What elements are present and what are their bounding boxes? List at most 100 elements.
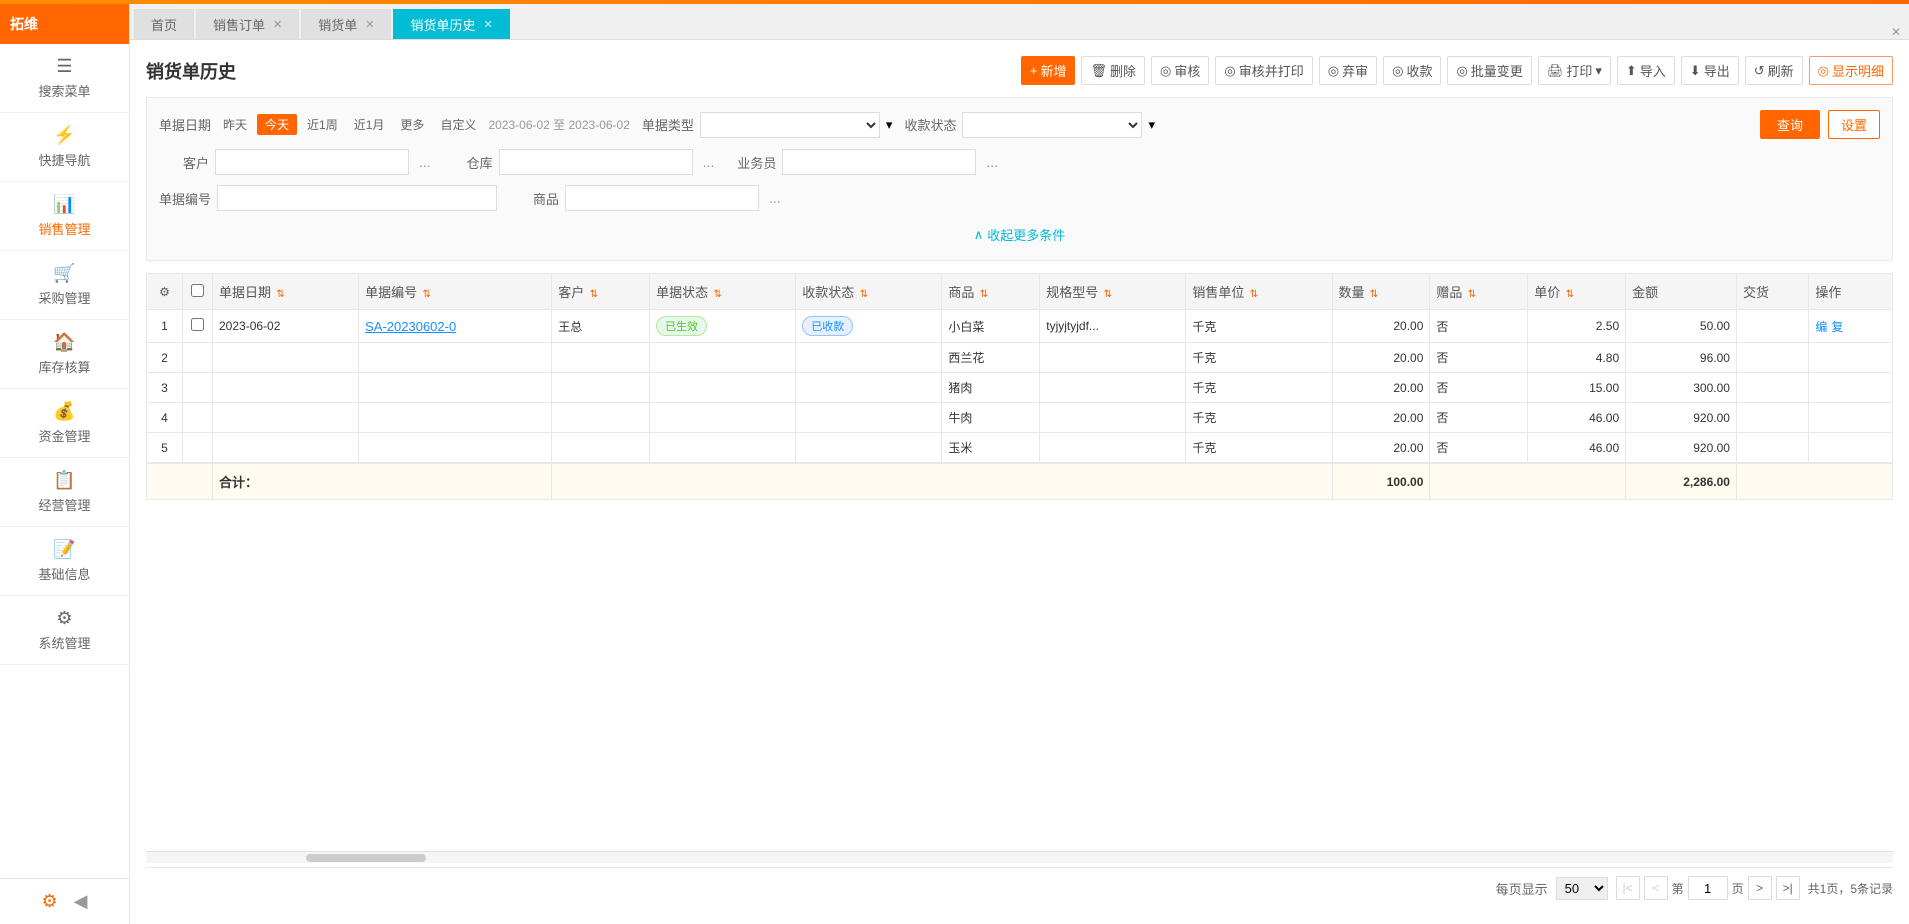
import-button[interactable]: ⬆ 导入: [1617, 56, 1675, 85]
summary-spacer2: [1430, 463, 1626, 500]
col-delivery: 交货: [1736, 274, 1808, 310]
row-checkbox-cell[interactable]: [183, 373, 213, 403]
last-page-btn[interactable]: >|: [1776, 876, 1800, 900]
summary-label-text: 合计：: [213, 463, 552, 500]
col-docno[interactable]: 单据编号 ⇅: [359, 274, 552, 310]
row-unit: 千克: [1186, 403, 1332, 433]
salesman-input[interactable]: [782, 149, 976, 175]
col-collect-status-label: 收款状态: [802, 285, 854, 300]
close-sales-order-icon[interactable]: ✕: [273, 18, 282, 31]
refresh-button[interactable]: ↺ 刷新: [1745, 56, 1803, 85]
col-customer[interactable]: 客户 ⇅: [552, 274, 650, 310]
edit-btn[interactable]: 编: [1815, 320, 1827, 334]
review-print-button[interactable]: ◎ 审核并打印: [1215, 56, 1312, 85]
sidebar-item-inventory[interactable]: 🏠 库存核算: [0, 320, 129, 389]
print-button[interactable]: 🖨 打印 ▾: [1538, 56, 1611, 85]
date-month-btn[interactable]: 近1月: [348, 114, 391, 135]
settings-icon[interactable]: ⚙: [42, 891, 58, 912]
col-spec[interactable]: 规格型号 ⇅: [1040, 274, 1186, 310]
query-button[interactable]: 查询: [1760, 110, 1820, 139]
col-checkbox[interactable]: [183, 274, 213, 310]
col-collect-status[interactable]: 收款状态 ⇅: [796, 274, 942, 310]
customer-input[interactable]: [215, 149, 409, 175]
col-settings[interactable]: ⚙: [147, 274, 183, 310]
sidebar-item-search[interactable]: ☰ 搜索菜单: [0, 44, 129, 113]
tab-sales-order[interactable]: 销售订单 ✕: [196, 9, 299, 39]
export-button[interactable]: ⬇ 导出: [1681, 56, 1739, 85]
show-detail-button[interactable]: ◎ 显示明细: [1809, 56, 1893, 85]
discard-button[interactable]: ◎ 弃审: [1319, 56, 1377, 85]
page-number-input[interactable]: [1688, 876, 1728, 900]
prev-page-btn[interactable]: <: [1644, 876, 1668, 900]
row-checkbox-cell[interactable]: [183, 403, 213, 433]
tab-sales-history[interactable]: 销货单历史 ✕: [393, 9, 509, 39]
select-all-checkbox[interactable]: [191, 284, 204, 297]
sidebar-item-system[interactable]: ⚙ 系统管理: [0, 596, 129, 665]
col-doc-status[interactable]: 单据状态 ⇅: [650, 274, 796, 310]
filter-settings-button[interactable]: 设置: [1828, 110, 1880, 139]
tab-close-all-icon[interactable]: ✕: [1891, 25, 1901, 39]
col-price[interactable]: 单价 ⇅: [1528, 274, 1626, 310]
col-gift[interactable]: 赠品 ⇅: [1430, 274, 1528, 310]
copy-btn[interactable]: 复: [1831, 320, 1843, 334]
batch-label: 批量变更: [1471, 61, 1523, 80]
collapse-sidebar-icon[interactable]: ◀: [74, 891, 88, 912]
page-size-select[interactable]: 10 20 50 100: [1556, 877, 1608, 900]
tab-sales-delivery[interactable]: 销货单 ✕: [301, 9, 391, 39]
row-checkbox-cell[interactable]: [183, 433, 213, 464]
doc-status-badge: 已生效: [656, 316, 707, 336]
row-docno[interactable]: [359, 403, 552, 433]
tab-home-label: 首页: [151, 15, 177, 34]
customer-label: 客户: [159, 153, 209, 172]
col-qty[interactable]: 数量 ⇅: [1332, 274, 1430, 310]
tab-home[interactable]: 首页: [134, 9, 194, 39]
next-page-btn[interactable]: >: [1748, 876, 1772, 900]
goods-ellipsis-btn[interactable]: ...: [769, 190, 781, 206]
doc-type-select[interactable]: [700, 112, 880, 138]
close-sales-delivery-icon[interactable]: ✕: [365, 18, 374, 31]
salesman-ellipsis-btn[interactable]: ...: [986, 154, 998, 170]
date-today-btn[interactable]: 今天: [257, 114, 297, 135]
collection-status-select[interactable]: [962, 112, 1142, 138]
table-row: 4 牛肉 千克 20.00 否 46.00 920.00: [147, 403, 1893, 433]
sidebar-item-sales[interactable]: 📊 销售管理: [0, 182, 129, 251]
docno-link[interactable]: SA-20230602-0: [365, 319, 456, 334]
col-goods[interactable]: 商品 ⇅: [942, 274, 1040, 310]
col-unit[interactable]: 销售单位 ⇅: [1186, 274, 1332, 310]
export-label: 导出: [1704, 61, 1730, 80]
sidebar-item-operations[interactable]: 📋 经营管理: [0, 458, 129, 527]
horizontal-scrollbar[interactable]: [146, 851, 1893, 863]
sidebar-item-finance[interactable]: 💰 资金管理: [0, 389, 129, 458]
sidebar-item-quicknav[interactable]: ⚡ 快捷导航: [0, 113, 129, 182]
docno-input[interactable]: [217, 185, 497, 211]
row-docno[interactable]: [359, 433, 552, 464]
sidebar-bottom-actions: ⚙ ◀: [0, 879, 129, 924]
warehouse-input[interactable]: [499, 149, 693, 175]
new-label: 新增: [1040, 61, 1066, 80]
collapse-filter-btn[interactable]: ∧ 收起更多条件: [159, 221, 1880, 248]
row-checkbox-cell[interactable]: [183, 310, 213, 343]
date-custom-btn[interactable]: 自定义: [434, 114, 482, 135]
row-checkbox-cell[interactable]: [183, 343, 213, 373]
row-docno[interactable]: SA-20230602-0: [359, 310, 552, 343]
row-docno[interactable]: [359, 343, 552, 373]
customer-ellipsis-btn[interactable]: ...: [419, 154, 431, 170]
sidebar-item-purchase[interactable]: 🛒 采购管理: [0, 251, 129, 320]
sidebar-item-base[interactable]: 📝 基础信息: [0, 527, 129, 596]
first-page-btn[interactable]: |<: [1616, 876, 1640, 900]
close-sales-history-icon[interactable]: ✕: [484, 18, 493, 31]
date-more-btn[interactable]: 更多: [394, 114, 430, 135]
batch-change-button[interactable]: ◎ 批量变更: [1447, 56, 1531, 85]
collect-button[interactable]: ◎ 收款: [1383, 56, 1441, 85]
row-checkbox[interactable]: [191, 318, 204, 331]
scrollbar-thumb[interactable]: [306, 854, 426, 862]
row-docno[interactable]: [359, 373, 552, 403]
review-button[interactable]: ◎ 审核: [1151, 56, 1209, 85]
new-button[interactable]: + 新增: [1021, 56, 1076, 85]
delete-button[interactable]: 🗑 删除: [1081, 56, 1145, 85]
goods-input[interactable]: [565, 185, 759, 211]
col-date[interactable]: 单据日期 ⇅: [213, 274, 359, 310]
date-week-btn[interactable]: 近1周: [301, 114, 344, 135]
warehouse-ellipsis-btn[interactable]: ...: [703, 154, 715, 170]
date-yesterday-btn[interactable]: 昨天: [217, 114, 253, 135]
